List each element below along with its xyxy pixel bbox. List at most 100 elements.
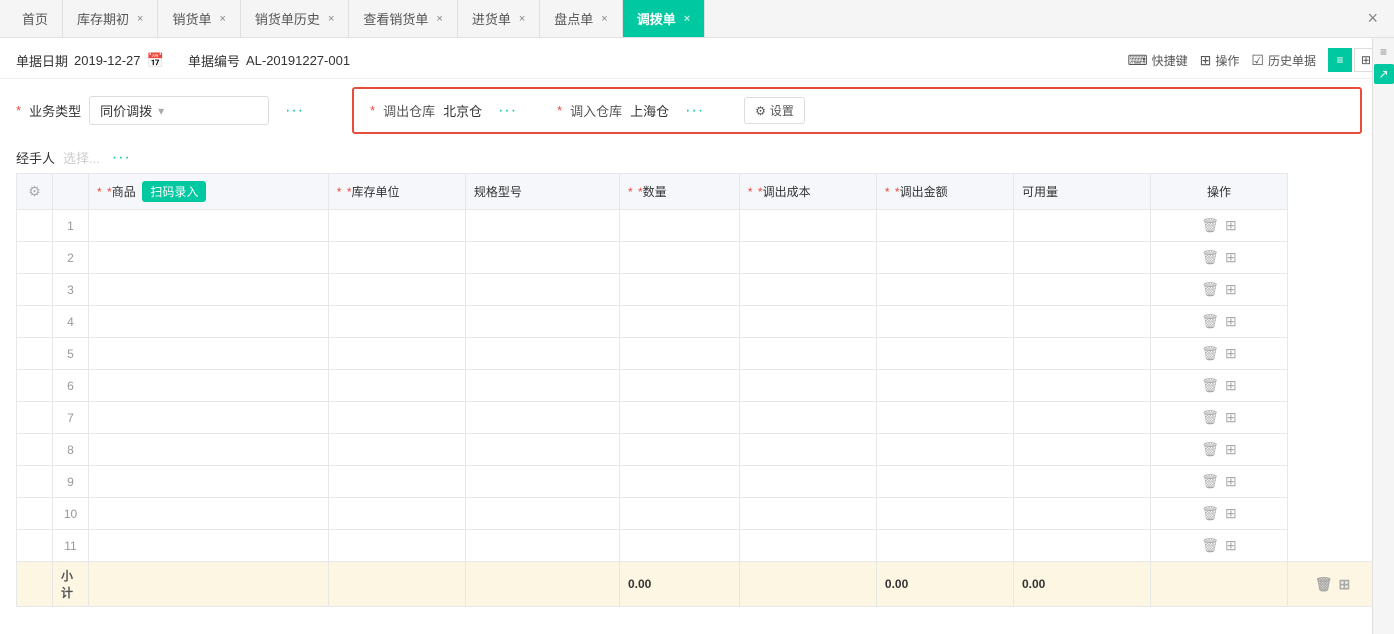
shortcut-button[interactable]: ⌨ 快捷键 [1127,52,1187,69]
cell-amount[interactable] [876,242,1013,274]
tab-inventory-check[interactable]: 盘点单 × [540,0,622,37]
gear-icon[interactable]: ⚙ [28,183,41,199]
delete-row-icon[interactable]: 🗑 [1201,249,1219,266]
cell-unit[interactable] [328,402,465,434]
copy-row-icon[interactable]: ⊞ [1225,409,1237,426]
cell-amount[interactable] [876,402,1013,434]
cell-cost[interactable] [739,530,876,562]
cell-available[interactable] [1013,434,1150,466]
tab-close-purchase-order[interactable]: × [519,13,525,25]
delete-row-icon[interactable]: 🗑 [1201,473,1219,490]
copy-row-icon[interactable]: ⊞ [1225,313,1237,330]
cell-available[interactable] [1013,402,1150,434]
view-list-button[interactable]: ≡ [1328,48,1352,72]
cell-spec[interactable] [465,370,619,402]
cell-spec[interactable] [465,274,619,306]
cell-product[interactable] [89,242,329,274]
handler-more-button[interactable]: ··· [112,149,131,167]
cell-unit[interactable] [328,274,465,306]
tab-transfer-order[interactable]: 调拨单 × [623,0,705,37]
cell-unit[interactable] [328,210,465,242]
tab-close-transfer-order[interactable]: × [684,13,690,25]
copy-row-icon[interactable]: ⊞ [1225,441,1237,458]
cell-unit[interactable] [328,498,465,530]
cell-qty[interactable] [619,338,739,370]
cell-qty[interactable] [619,306,739,338]
cell-amount[interactable] [876,466,1013,498]
wh-out-more-button[interactable]: ··· [498,102,517,120]
cell-amount[interactable] [876,434,1013,466]
cell-qty[interactable] [619,370,739,402]
cell-unit[interactable] [328,434,465,466]
copy-row-icon[interactable]: ⊞ [1225,345,1237,362]
cell-spec[interactable] [465,242,619,274]
cell-unit[interactable] [328,370,465,402]
copy-row-icon[interactable]: ⊞ [1225,217,1237,234]
sidebar-export-icon[interactable]: ↗ [1374,64,1394,84]
cell-cost[interactable] [739,466,876,498]
cell-available[interactable] [1013,210,1150,242]
cell-cost[interactable] [739,498,876,530]
copy-row-icon[interactable]: ⊞ [1225,249,1237,266]
cell-qty[interactable] [619,210,739,242]
cell-unit[interactable] [328,466,465,498]
cell-amount[interactable] [876,338,1013,370]
cell-available[interactable] [1013,274,1150,306]
cell-amount[interactable] [876,306,1013,338]
cell-amount[interactable] [876,530,1013,562]
cell-spec[interactable] [465,466,619,498]
delete-row-icon[interactable]: 🗑 [1201,217,1219,234]
tab-close-inventory-init[interactable]: × [137,13,143,25]
tab-close-sales-order[interactable]: × [219,13,225,25]
tab-sales-order[interactable]: 销货单 × [158,0,240,37]
calendar-icon[interactable]: 📅 [147,52,164,69]
cell-spec[interactable] [465,210,619,242]
cell-unit[interactable] [328,530,465,562]
cell-product[interactable] [89,274,329,306]
history-button[interactable]: ☑ 历史单据 [1251,52,1316,69]
delete-row-icon[interactable]: 🗑 [1201,537,1219,554]
cell-product[interactable] [89,306,329,338]
cell-amount[interactable] [876,210,1013,242]
cell-cost[interactable] [739,242,876,274]
cell-qty[interactable] [619,498,739,530]
delete-row-icon[interactable]: 🗑 [1201,281,1219,298]
copy-row-icon[interactable]: ⊞ [1225,505,1237,522]
cell-amount[interactable] [876,370,1013,402]
cell-available[interactable] [1013,242,1150,274]
window-close-button[interactable]: × [1359,8,1386,29]
sidebar-list-icon[interactable]: ≡ [1374,42,1394,62]
tab-home[interactable]: 首页 [8,0,63,37]
cell-spec[interactable] [465,306,619,338]
tab-close-view-sales[interactable]: × [436,13,442,25]
cell-qty[interactable] [619,274,739,306]
cell-product[interactable] [89,370,329,402]
cell-cost[interactable] [739,274,876,306]
cell-amount[interactable] [876,274,1013,306]
cell-spec[interactable] [465,530,619,562]
cell-spec[interactable] [465,338,619,370]
cell-cost[interactable] [739,370,876,402]
copy-row-icon[interactable]: ⊞ [1225,473,1237,490]
cell-qty[interactable] [619,466,739,498]
settings-button[interactable]: ⚙ 设置 [744,97,805,124]
copy-row-icon[interactable]: ⊞ [1225,537,1237,554]
cell-qty[interactable] [619,434,739,466]
cell-available[interactable] [1013,530,1150,562]
handler-placeholder[interactable]: 选择... [63,148,100,167]
subtotal-delete-icon[interactable]: 🗑 [1315,576,1333,593]
delete-row-icon[interactable]: 🗑 [1201,409,1219,426]
cell-product[interactable] [89,434,329,466]
cell-available[interactable] [1013,338,1150,370]
cell-unit[interactable] [328,242,465,274]
tab-inventory-init[interactable]: 库存期初 × [63,0,158,37]
tab-close-inventory-check[interactable]: × [601,13,607,25]
cell-product[interactable] [89,210,329,242]
wh-in-more-button[interactable]: ··· [685,102,704,120]
cell-available[interactable] [1013,466,1150,498]
cell-product[interactable] [89,530,329,562]
cell-cost[interactable] [739,306,876,338]
delete-row-icon[interactable]: 🗑 [1201,345,1219,362]
cell-unit[interactable] [328,338,465,370]
cell-cost[interactable] [739,402,876,434]
